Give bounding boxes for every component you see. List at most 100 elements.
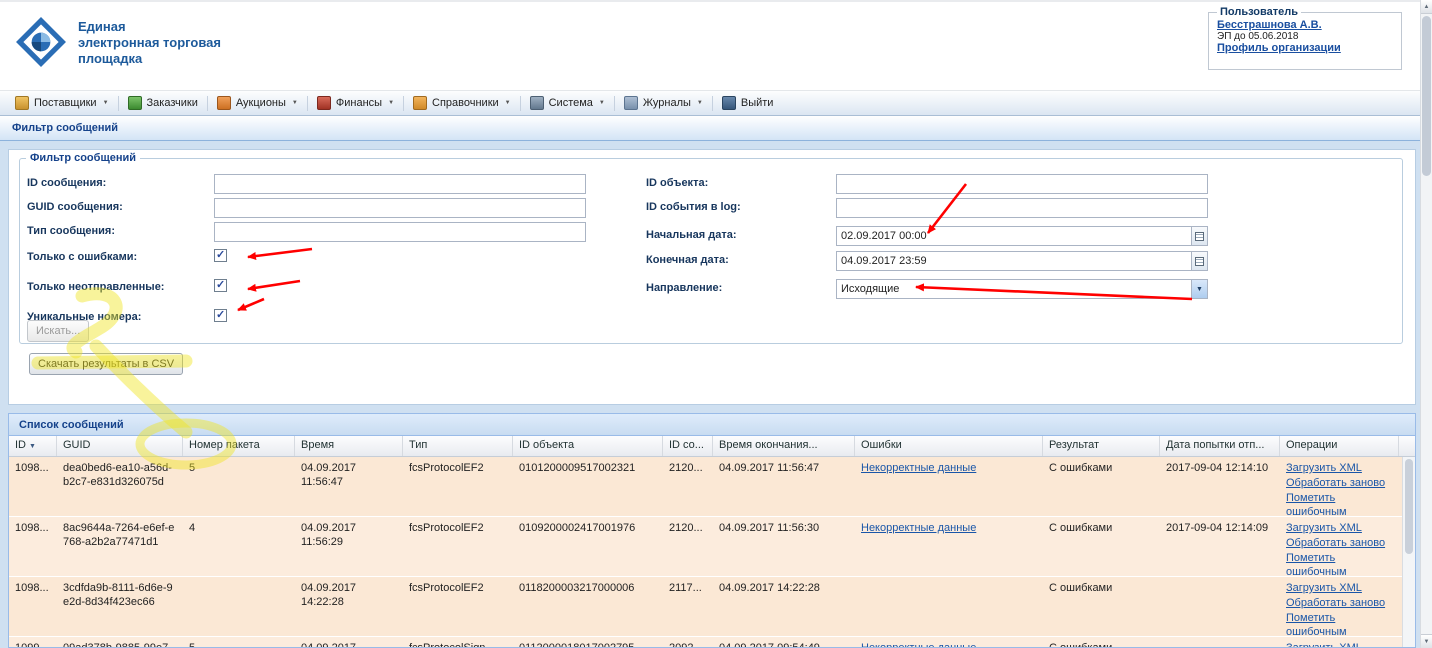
- chevron-down-icon: ▼: [102, 100, 109, 106]
- direction-input[interactable]: [836, 279, 1191, 299]
- error-link[interactable]: Некорректные данные: [861, 462, 976, 474]
- auctions-icon: [216, 96, 231, 110]
- message-guid-label: GUID сообщения:: [27, 201, 123, 213]
- column-header-event_id[interactable]: ID со...: [663, 436, 713, 456]
- logo-text: Единая электронная торговая площадка: [78, 19, 221, 67]
- cert-validity-text: ЭП до 05.06.2018: [1217, 31, 1299, 42]
- menu-item-journals[interactable]: Журналы ▼: [615, 90, 712, 116]
- chevron-down-icon: ▼: [504, 100, 511, 106]
- search-button[interactable]: Искать...: [27, 320, 89, 342]
- cell-type: fcsProtocolEF2: [409, 522, 484, 534]
- cell-id: 1098...: [15, 582, 49, 594]
- grid-row[interactable]: 1098... 8ac9644a-7264-e6ef-e768-a2b2a7747…: [9, 517, 1402, 577]
- cell-errors: [855, 577, 1043, 636]
- menu-item-label: Финансы: [335, 97, 383, 109]
- unsent-only-checkbox[interactable]: [214, 279, 227, 292]
- column-header-type[interactable]: Тип: [403, 436, 513, 456]
- cell-guid: dea0bed6-ea10-a56d-b2c7-e831d326075d: [63, 462, 172, 488]
- cell-operations: Загрузить XMLОбработать зановоПометить о…: [1280, 637, 1399, 647]
- operation-link[interactable]: Загрузить XML: [1286, 521, 1393, 535]
- cell-operations: Загрузить XMLОбработать зановоПометить о…: [1280, 517, 1399, 576]
- operation-link[interactable]: Обработать заново: [1286, 596, 1393, 610]
- logo-text-line1: Единая: [78, 19, 126, 34]
- operation-link[interactable]: Пометить ошибочным: [1286, 491, 1393, 516]
- menu-item-customers[interactable]: Заказчики: [119, 90, 207, 116]
- column-header-label: Дата попытки отп...: [1166, 439, 1265, 451]
- object-id-input[interactable]: [836, 174, 1208, 194]
- menu-item-label: Выйти: [740, 97, 774, 109]
- calendar-trigger-icon[interactable]: [1191, 226, 1208, 246]
- grid-header-row: ID ▼ GUID Номер пакета Время Тип ID объекта ID …: [9, 436, 1415, 457]
- grid-scrollbar[interactable]: [1402, 457, 1415, 647]
- cell-packet: 5: [189, 462, 196, 474]
- grid-title: Список сообщений: [9, 414, 1415, 436]
- column-header-label: ID объекта: [519, 439, 575, 451]
- menu-item-exit[interactable]: Выйти: [713, 90, 783, 116]
- operation-link[interactable]: Пометить ошибочным: [1286, 551, 1393, 576]
- operation-link[interactable]: Пометить ошибочным: [1286, 611, 1393, 636]
- message-id-input[interactable]: [214, 174, 586, 194]
- column-header-object_id[interactable]: ID объекта: [513, 436, 663, 456]
- cell-time: 04.09.2017 11:56:29: [301, 522, 357, 548]
- log-event-id-input[interactable]: [836, 198, 1208, 218]
- grid-row[interactable]: 1099...09ad378b-9885-99e7-b575504.09.201…: [9, 637, 1402, 647]
- operation-link[interactable]: Обработать заново: [1286, 476, 1393, 490]
- grid-row[interactable]: 1098... 3cdfda9b-8111-6d6e-9e2d-8d34f423e…: [9, 577, 1402, 637]
- menu-item-label: Аукционы: [235, 97, 286, 109]
- cell-id: 1098...: [15, 462, 49, 474]
- column-header-label: Время: [301, 439, 335, 451]
- filter-panel: Фильтр сообщений ID сообщения: GUID сооб…: [8, 149, 1416, 405]
- page-scrollbar[interactable]: ▲ ▼: [1420, 0, 1432, 648]
- unsent-only-label: Только неотправленные:: [27, 281, 165, 293]
- cell-id: 1098...: [15, 522, 49, 534]
- operation-link[interactable]: Загрузить XML: [1286, 581, 1393, 595]
- menu-item-system[interactable]: Система ▼: [521, 90, 614, 116]
- error-link[interactable]: Некорректные данные: [861, 642, 976, 647]
- column-header-label: Тип: [409, 439, 428, 451]
- download-csv-button[interactable]: Скачать результаты в CSV: [29, 353, 184, 375]
- message-guid-input[interactable]: [214, 198, 586, 218]
- column-header-end_time[interactable]: Время окончания...: [713, 436, 855, 456]
- column-header-operations[interactable]: Операции: [1280, 436, 1399, 456]
- cell-event_id: 2120...: [669, 462, 703, 474]
- grid-scrollbar-thumb[interactable]: [1405, 459, 1413, 554]
- calendar-trigger-icon[interactable]: [1191, 251, 1208, 271]
- page-scrollbar-thumb[interactable]: [1422, 16, 1431, 176]
- menu-item-directories[interactable]: Справочники ▼: [404, 90, 520, 116]
- operation-link[interactable]: Загрузить XML: [1286, 641, 1393, 647]
- cell-event_id: 2120...: [669, 522, 703, 534]
- column-header-label: Ошибки: [861, 439, 902, 451]
- sort-desc-icon: ▼: [29, 443, 36, 450]
- org-profile-link[interactable]: Профиль организации: [1217, 42, 1393, 54]
- errors-only-checkbox[interactable]: [214, 249, 227, 262]
- message-type-input[interactable]: [214, 222, 586, 242]
- journals-icon: [623, 96, 638, 110]
- scroll-up-icon[interactable]: ▲: [1421, 0, 1432, 14]
- column-header-guid[interactable]: GUID: [57, 436, 183, 456]
- operation-link[interactable]: Обработать заново: [1286, 536, 1393, 550]
- operation-link[interactable]: Загрузить XML: [1286, 461, 1393, 475]
- error-link[interactable]: Некорректные данные: [861, 522, 976, 534]
- header: Единая электронная торговая площадка Пол…: [0, 0, 1420, 90]
- directories-icon: [413, 96, 428, 110]
- cell-event_id: 2117...: [669, 582, 702, 594]
- user-name-link[interactable]: Бесстрашнова А.В.: [1217, 19, 1393, 31]
- cell-object_id: 0109200002417001976: [519, 522, 636, 534]
- column-header-result[interactable]: Результат: [1043, 436, 1160, 456]
- cell-result: С ошибками: [1049, 462, 1113, 474]
- grid-row[interactable]: 1098... dea0bed6-ea10-a56d-b2c7-e831d3260…: [9, 457, 1402, 517]
- dropdown-trigger-icon[interactable]: ▼: [1191, 279, 1208, 299]
- column-header-time[interactable]: Время: [295, 436, 403, 456]
- unique-numbers-checkbox[interactable]: [214, 309, 227, 322]
- chevron-down-icon: ▼: [291, 100, 298, 106]
- scroll-down-icon[interactable]: ▼: [1421, 634, 1432, 648]
- menu-item-auctions[interactable]: Аукционы ▼: [208, 90, 307, 116]
- end-date-input[interactable]: [836, 251, 1191, 271]
- column-header-errors[interactable]: Ошибки: [855, 436, 1043, 456]
- menu-item-suppliers[interactable]: Поставщики ▼: [6, 90, 118, 116]
- column-header-packet[interactable]: Номер пакета: [183, 436, 295, 456]
- menu-item-finance[interactable]: Финансы ▼: [308, 90, 403, 116]
- column-header-id[interactable]: ID ▼: [9, 436, 57, 456]
- start-date-input[interactable]: [836, 226, 1191, 246]
- column-header-attempt_date[interactable]: Дата попытки отп...: [1160, 436, 1280, 456]
